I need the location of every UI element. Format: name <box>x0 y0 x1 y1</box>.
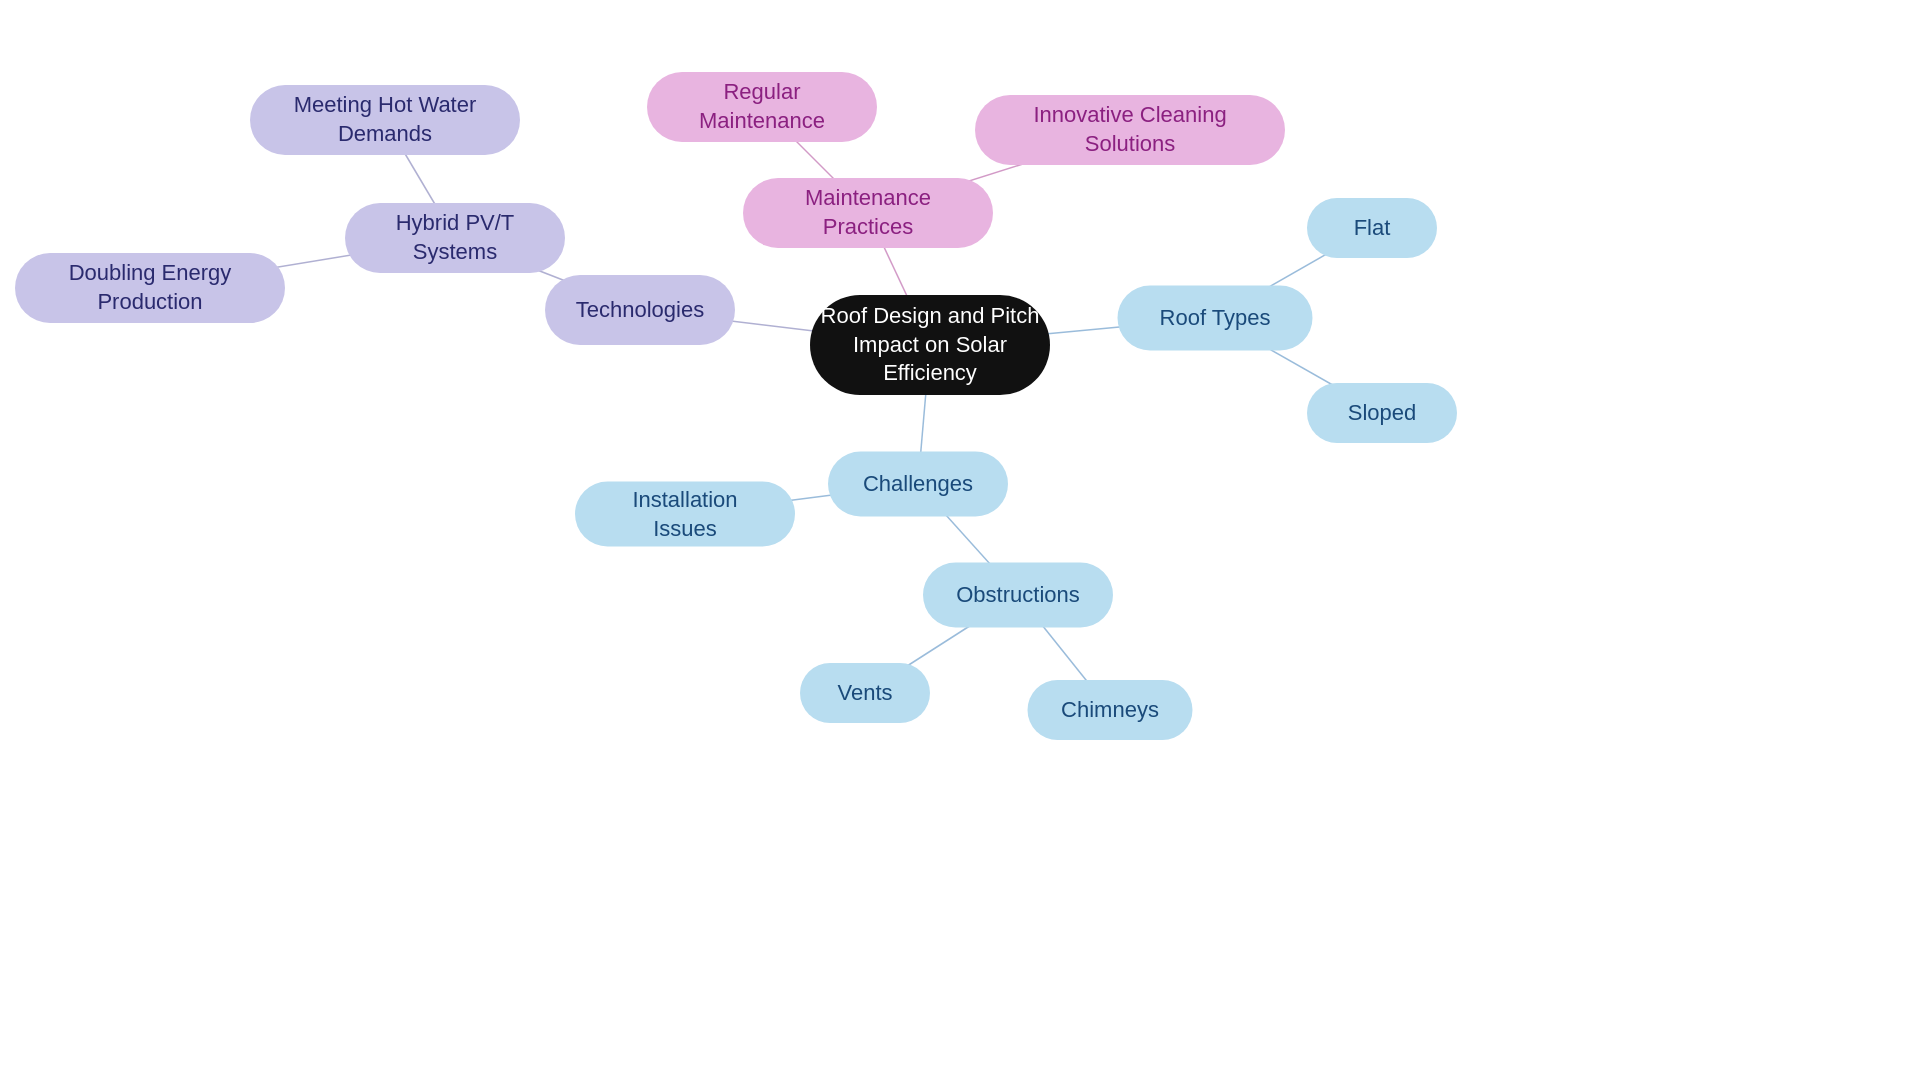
flat-node[interactable]: Flat <box>1307 198 1437 258</box>
flat-label: Flat <box>1346 214 1399 243</box>
regular-maintenance-node[interactable]: Regular Maintenance <box>647 72 877 142</box>
chimneys-node[interactable]: Chimneys <box>1028 680 1193 740</box>
technologies-node[interactable]: Technologies <box>545 275 735 345</box>
sloped-label: Sloped <box>1340 399 1425 428</box>
doubling-energy-node[interactable]: Doubling Energy Production <box>15 253 285 323</box>
challenges-node[interactable]: Challenges <box>828 452 1008 517</box>
maintenance-practices-label: Maintenance Practices <box>763 184 973 241</box>
innovative-cleaning-node[interactable]: Innovative Cleaning Solutions <box>975 95 1285 165</box>
center-node-label: Roof Design and Pitch Impact on Solar Ef… <box>810 302 1050 388</box>
hybrid-pvt-node[interactable]: Hybrid PV/T Systems <box>345 203 565 273</box>
innovative-cleaning-label: Innovative Cleaning Solutions <box>995 101 1265 158</box>
regular-maintenance-label: Regular Maintenance <box>667 78 857 135</box>
chimneys-label: Chimneys <box>1053 696 1167 725</box>
roof-types-label: Roof Types <box>1152 304 1279 333</box>
maintenance-practices-node[interactable]: Maintenance Practices <box>743 178 993 248</box>
sloped-node[interactable]: Sloped <box>1307 383 1457 443</box>
meeting-hot-water-node[interactable]: Meeting Hot Water Demands <box>250 85 520 155</box>
center-node[interactable]: Roof Design and Pitch Impact on Solar Ef… <box>810 295 1050 395</box>
meeting-hot-water-label: Meeting Hot Water Demands <box>270 91 500 148</box>
technologies-label: Technologies <box>568 296 712 325</box>
vents-node[interactable]: Vents <box>800 663 930 723</box>
roof-types-node[interactable]: Roof Types <box>1118 286 1313 351</box>
hybrid-pvt-label: Hybrid PV/T Systems <box>365 209 545 266</box>
obstructions-node[interactable]: Obstructions <box>923 563 1113 628</box>
doubling-energy-label: Doubling Energy Production <box>35 259 265 316</box>
installation-issues-label: Installation Issues <box>595 485 775 542</box>
obstructions-label: Obstructions <box>948 581 1088 610</box>
challenges-label: Challenges <box>855 470 981 499</box>
vents-label: Vents <box>829 679 900 708</box>
installation-issues-node[interactable]: Installation Issues <box>575 482 795 547</box>
